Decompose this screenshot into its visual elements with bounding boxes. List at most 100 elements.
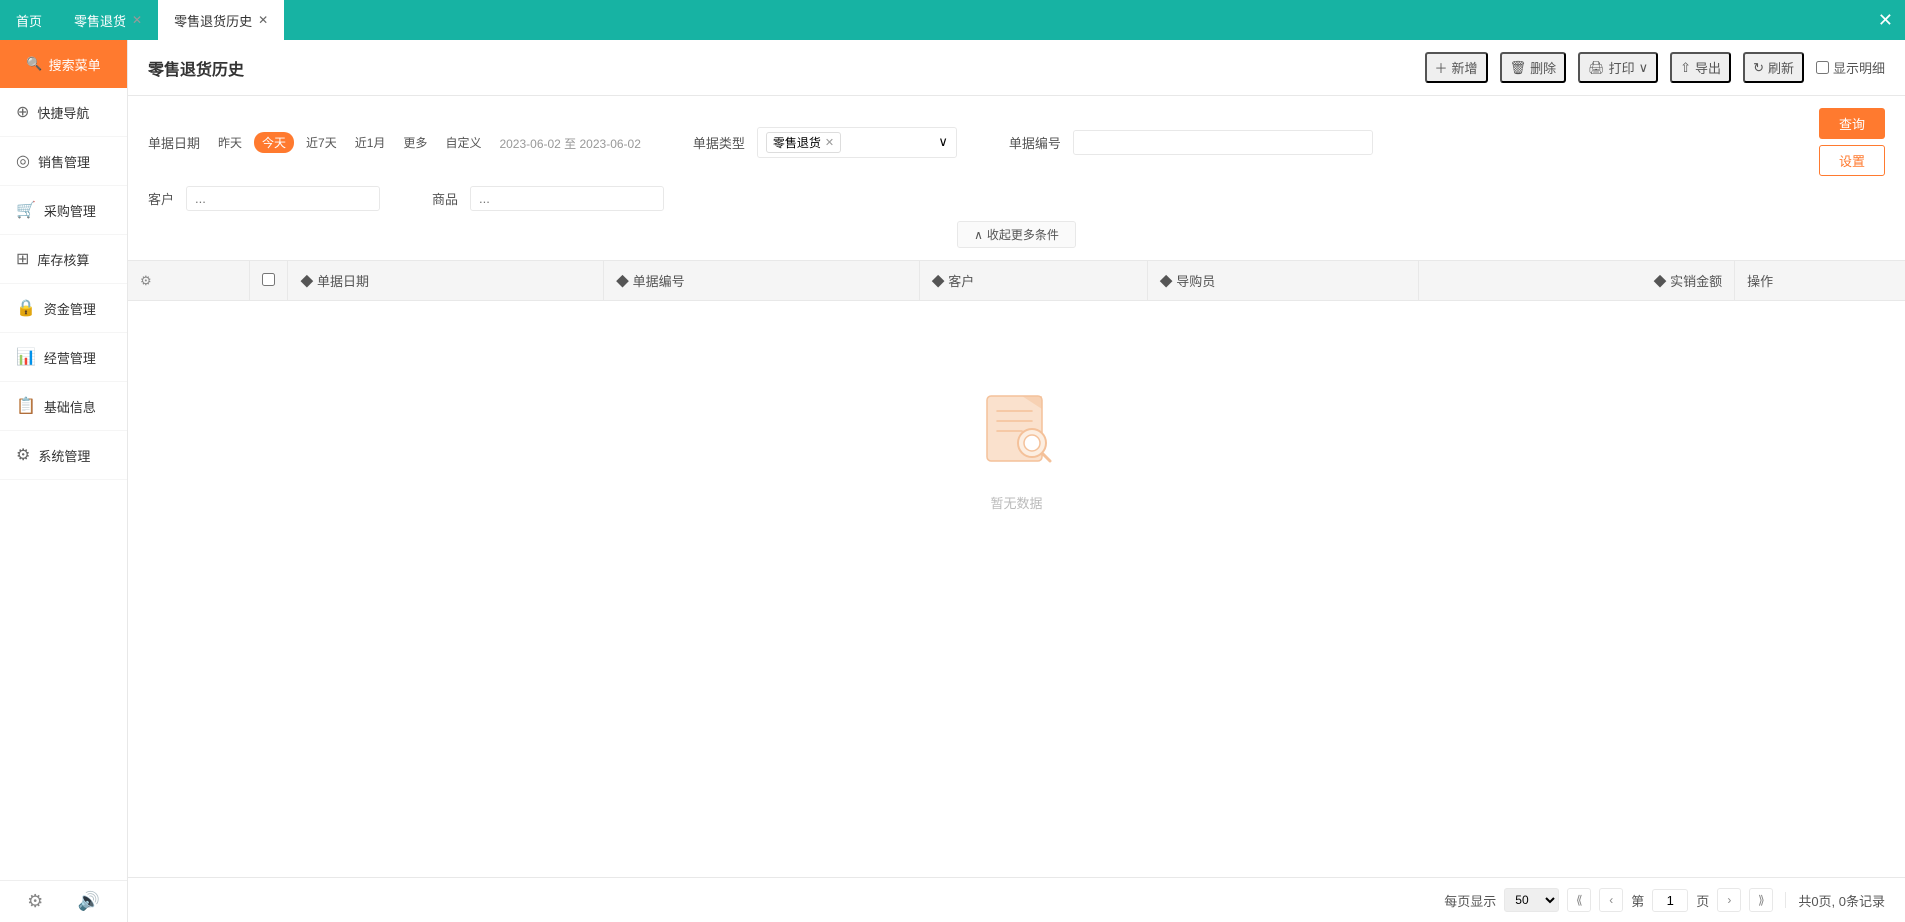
- sales-mgmt-icon: ◎: [16, 151, 30, 171]
- th-amount[interactable]: ◆ 实销金额: [1419, 261, 1735, 301]
- empty-text: 暂无数据: [990, 493, 1042, 512]
- type-tag-label: 零售退货: [773, 134, 821, 151]
- empty-state: 暂无数据: [128, 301, 1905, 592]
- date-filter-label: 单据日期: [148, 133, 200, 152]
- table-header-row: ⚙ ◆ 单据日期 ◆ 单据编号: [128, 261, 1905, 301]
- add-label: 新增: [1452, 58, 1478, 77]
- tab-retail-return-close[interactable]: ✕: [132, 13, 142, 27]
- delete-button[interactable]: 🗑 删除: [1500, 52, 1567, 83]
- date-opt-custom[interactable]: 自定义: [439, 132, 487, 153]
- sidebar-item-basic-info[interactable]: 📋 基础信息: [0, 382, 127, 431]
- th-order-no[interactable]: ◆ 单据编号: [604, 261, 920, 301]
- th-date[interactable]: ◆ 单据日期: [288, 261, 604, 301]
- sidebar-footer: ⚙ 🔊: [0, 880, 127, 922]
- add-button[interactable]: ＋ 新增: [1425, 52, 1488, 83]
- print-icon: 🖨: [1588, 60, 1605, 76]
- collapse-icon: ∧: [974, 228, 983, 242]
- th-gear[interactable]: ⚙: [128, 261, 250, 301]
- date-opt-today[interactable]: 今天: [254, 132, 294, 153]
- display-detail-toggle[interactable]: 显示明细: [1816, 58, 1885, 77]
- tab-home-label: 首页: [16, 11, 42, 30]
- sidebar-item-business-mgmt[interactable]: 📊 经营管理: [0, 333, 127, 382]
- filter-collapse-btn[interactable]: ∧ 收起更多条件: [957, 221, 1076, 248]
- total-text: 共0页, 0条记录: [1798, 891, 1885, 910]
- delete-icon: 🗑: [1510, 60, 1527, 76]
- quick-nav-icon: ⊕: [16, 102, 29, 122]
- date-options: 昨天 今天 近7天 近1月 更多 自定义: [212, 132, 487, 153]
- collapse-label: 收起更多条件: [987, 226, 1059, 243]
- sidebar-item-sales-mgmt[interactable]: ◎ 销售管理: [0, 137, 127, 186]
- type-dropdown-icon: ∨: [938, 134, 948, 150]
- export-button[interactable]: ⇧ 导出: [1670, 52, 1731, 83]
- top-nav: 首页 零售退货 ✕ 零售退货历史 ✕ ✕: [0, 0, 1905, 40]
- tab-retail-return[interactable]: 零售退货 ✕: [58, 0, 158, 40]
- date-opt-yesterday[interactable]: 昨天: [212, 132, 248, 153]
- type-tag-close[interactable]: ✕: [825, 136, 834, 149]
- window-close-button[interactable]: ✕: [1878, 10, 1893, 31]
- date-opt-last7[interactable]: 近7天: [300, 132, 343, 153]
- export-label: 导出: [1695, 58, 1721, 77]
- prev-page-btn[interactable]: ‹: [1599, 888, 1623, 912]
- order-num-input[interactable]: [1073, 130, 1373, 155]
- select-all-checkbox[interactable]: [262, 273, 275, 286]
- sidebar-item-purchase-mgmt[interactable]: 🛒 采购管理: [0, 186, 127, 235]
- sidebar-item-sales-mgmt-label: 销售管理: [38, 152, 90, 171]
- type-select[interactable]: 零售退货 ✕ ∨: [757, 127, 957, 158]
- sidebar-item-system-mgmt[interactable]: ⚙ 系统管理: [0, 431, 127, 480]
- page-label: 第: [1631, 891, 1644, 910]
- sidebar-item-finance-mgmt[interactable]: 🔒 资金管理: [0, 284, 127, 333]
- add-icon: ＋: [1435, 58, 1448, 77]
- date-opt-more[interactable]: 更多: [397, 132, 433, 153]
- refresh-button[interactable]: ↻ 刷新: [1743, 52, 1804, 83]
- sidebar-item-inventory-calc[interactable]: ⊞ 库存核算: [0, 235, 127, 284]
- display-detail-label: 显示明细: [1833, 58, 1885, 77]
- empty-state-icon: [967, 381, 1067, 481]
- th-checkbox[interactable]: [250, 261, 288, 301]
- gear-icon[interactable]: ⚙: [140, 273, 152, 288]
- tab-retail-return-history[interactable]: 零售退货历史 ✕: [158, 0, 284, 40]
- table-area: ⚙ ◆ 单据日期 ◆ 单据编号: [128, 261, 1905, 877]
- sidebar-search[interactable]: 🔍 搜索菜单: [0, 40, 127, 88]
- inventory-calc-icon: ⊞: [16, 249, 29, 269]
- goods-input[interactable]: [470, 186, 664, 211]
- next-page-btn[interactable]: ›: [1717, 888, 1741, 912]
- export-icon: ⇧: [1680, 60, 1691, 76]
- sidebar-item-quick-nav-label: 快捷导航: [37, 103, 89, 122]
- first-page-btn[interactable]: ⟪: [1567, 888, 1591, 912]
- sidebar-item-basic-info-label: 基础信息: [44, 397, 96, 416]
- filter-row-1: 单据日期 昨天 今天 近7天 近1月 更多 自定义 2023-06-02 至 2…: [148, 108, 1885, 176]
- date-opt-last1month[interactable]: 近1月: [349, 132, 392, 153]
- th-customer[interactable]: ◆ 客户: [919, 261, 1147, 301]
- page-number-input[interactable]: [1652, 889, 1688, 912]
- print-button[interactable]: 🖨 打印 ∨: [1578, 52, 1658, 83]
- sidebar-volume-icon[interactable]: 🔊: [77, 891, 99, 912]
- tab-retail-return-label: 零售退货: [74, 11, 126, 30]
- pagination-divider: [1785, 892, 1786, 908]
- pagination: 每页显示 50 10 20 100 ⟪ ‹ 第 页 › ⟫ 共0页, 0条记录: [128, 877, 1905, 922]
- th-amount-label: ◆ 实销金额: [1653, 271, 1722, 290]
- refresh-label: 刷新: [1768, 58, 1794, 77]
- page-header: 零售退货历史 ＋ 新增 🗑 删除 🖨 打印 ∨ ⇧ 导出: [128, 40, 1905, 96]
- th-date-label: ◆ 单据日期: [300, 271, 369, 290]
- finance-mgmt-icon: 🔒: [16, 298, 36, 318]
- empty-row: 暂无数据: [128, 301, 1905, 593]
- sidebar-search-label: 搜索菜单: [49, 55, 101, 74]
- customer-label: 客户: [148, 189, 174, 208]
- setting-button[interactable]: 设置: [1819, 145, 1885, 176]
- th-guide[interactable]: ◆ 导购员: [1147, 261, 1419, 301]
- system-mgmt-icon: ⚙: [16, 445, 30, 465]
- last-page-btn[interactable]: ⟫: [1749, 888, 1773, 912]
- tab-retail-return-history-close[interactable]: ✕: [258, 13, 268, 27]
- tab-retail-return-history-label: 零售退货历史: [174, 11, 252, 30]
- purchase-mgmt-icon: 🛒: [16, 200, 36, 220]
- sidebar-settings-icon[interactable]: ⚙: [27, 891, 43, 912]
- tab-home[interactable]: 首页: [0, 0, 58, 40]
- date-range-display: 2023-06-02 至 2023-06-02: [499, 135, 640, 152]
- sidebar: 🔍 搜索菜单 ⊕ 快捷导航 ◎ 销售管理 🛒 采购管理 ⊞ 库存核算 🔒 资金管…: [0, 40, 128, 922]
- display-detail-checkbox[interactable]: [1816, 61, 1829, 74]
- query-button[interactable]: 查询: [1819, 108, 1885, 139]
- sidebar-item-quick-nav[interactable]: ⊕ 快捷导航: [0, 88, 127, 137]
- page-size-select[interactable]: 50 10 20 100: [1504, 888, 1559, 912]
- order-num-label: 单据编号: [1009, 133, 1061, 152]
- customer-input[interactable]: [186, 186, 380, 211]
